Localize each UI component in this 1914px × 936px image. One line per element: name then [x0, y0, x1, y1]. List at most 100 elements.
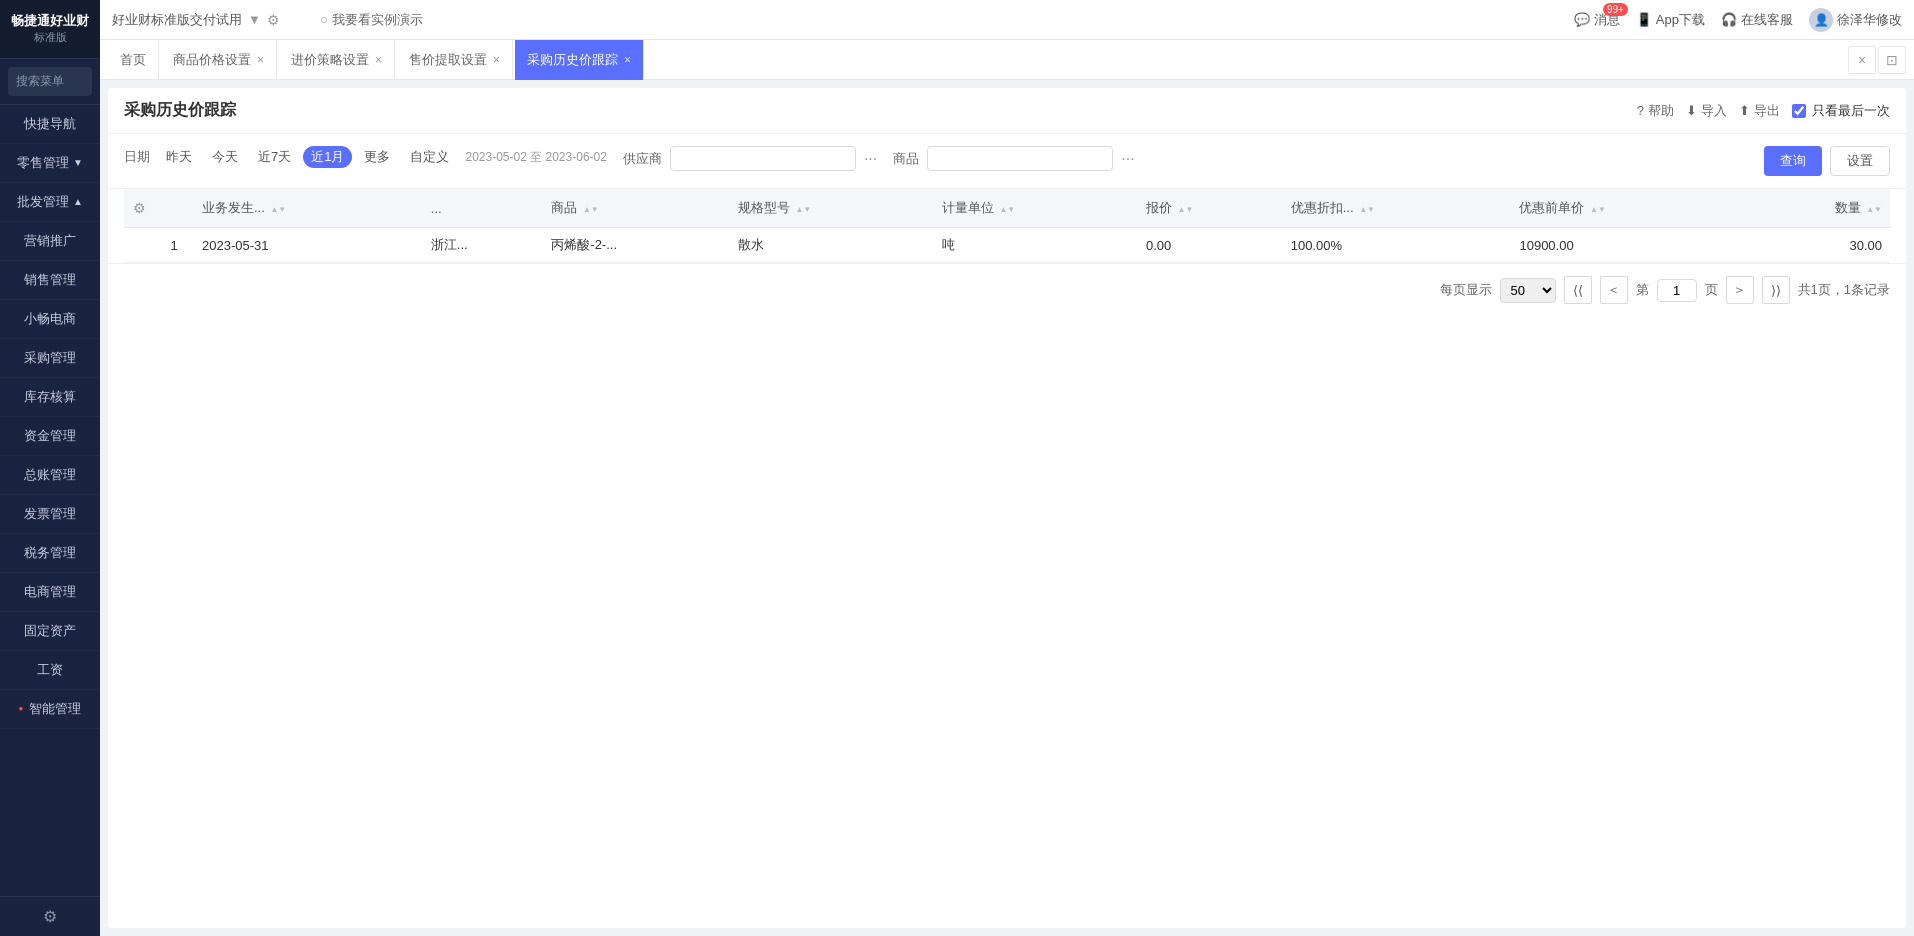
general-label: 总账管理 — [24, 466, 76, 484]
tab-sale-extract[interactable]: 售价提取设置 × — [397, 40, 513, 80]
col-header-quantity[interactable]: 数量 ▲▼ — [1745, 189, 1890, 228]
tab-purchase-strategy[interactable]: 进价策略设置 × — [279, 40, 395, 80]
retail-label: 零售管理 — [17, 154, 69, 172]
prev-page-button[interactable]: ＜ — [1600, 276, 1628, 304]
tab-maximize-button[interactable]: ⊡ — [1878, 46, 1906, 74]
col-header-more[interactable]: ... — [423, 189, 544, 228]
version-text: 好业财标准版交付试用 — [112, 11, 242, 29]
date-custom-btn[interactable]: 自定义 — [402, 146, 457, 168]
date-filter-group: 日期 昨天 今天 近7天 近1月 更多 自定义 2023-05-02 至 202… — [124, 146, 607, 168]
data-table: ⚙ 业务发生... ▲▼ ... 商品 ▲▼ 规格型号 — [124, 189, 1890, 263]
demo-button[interactable]: ○ 我要看实例演示 — [320, 11, 423, 29]
table-row: 1 2023-05-31 浙江... 丙烯酸-2-... 散水 吨 0.00 1… — [124, 228, 1890, 263]
sidebar-item-fixed-assets[interactable]: 固定资产 — [0, 612, 100, 651]
tab-price-close-icon[interactable]: × — [257, 54, 264, 66]
help-icon: ? — [1637, 103, 1644, 118]
col-header-product[interactable]: 商品 ▲▼ — [543, 189, 729, 228]
sidebar-item-quick-nav[interactable]: 快捷导航 — [0, 105, 100, 144]
tab-purchase-strategy-close-icon[interactable]: × — [375, 54, 382, 66]
help-button[interactable]: ? 帮助 — [1637, 102, 1674, 120]
row-discount-cell: 100.00% — [1283, 228, 1512, 263]
search-menu-button[interactable]: 搜索菜单 — [8, 67, 92, 96]
date-yesterday-btn[interactable]: 昨天 — [158, 146, 200, 168]
last-page-button[interactable]: ⟩⟩ — [1762, 276, 1790, 304]
user-menu-button[interactable]: 👤 徐泽华修改 — [1809, 8, 1902, 32]
col-settings-icon[interactable]: ⚙ — [133, 200, 146, 216]
sidebar-item-purchase[interactable]: 采购管理 — [0, 339, 100, 378]
online-service-button[interactable]: 🎧 在线客服 — [1721, 11, 1793, 29]
col-header-discount[interactable]: 优惠折扣... ▲▼ — [1283, 189, 1512, 228]
row-gear-cell — [124, 228, 154, 263]
sidebar-search-area[interactable]: 搜索菜单 — [0, 59, 100, 105]
settings-icon[interactable]: ⚙ — [43, 908, 57, 925]
per-page-select[interactable]: 10 20 50 100 — [1500, 278, 1556, 303]
tab-home[interactable]: 首页 — [108, 40, 159, 80]
date-last7-btn[interactable]: 近7天 — [250, 146, 299, 168]
topbar: 好业财标准版交付试用 ▼ ⚙ ○ 我要看实例演示 💬 消息 99+ 📱 App下… — [100, 0, 1914, 40]
version-dropdown-icon[interactable]: ▼ — [248, 12, 261, 27]
row-quoted-price-cell: 0.00 — [1138, 228, 1283, 263]
tab-purchase-history[interactable]: 采购历史价跟踪 × — [515, 40, 644, 80]
sidebar-item-marketing[interactable]: 营销推广 — [0, 222, 100, 261]
version-selector[interactable]: 好业财标准版交付试用 ▼ ⚙ — [112, 11, 312, 29]
tab-close-current-button[interactable]: × — [1848, 46, 1876, 74]
date-last1month-btn[interactable]: 近1月 — [303, 146, 352, 168]
retail-arrow-icon: ▼ — [73, 157, 83, 168]
sidebar-item-invoice[interactable]: 发票管理 — [0, 495, 100, 534]
product-more-icon[interactable]: ··· — [1121, 150, 1134, 168]
import-button[interactable]: ⬇ 导入 — [1686, 102, 1727, 120]
sidebar-item-ecommerce-small[interactable]: 小畅电商 — [0, 300, 100, 339]
col-header-biz-date[interactable]: 业务发生... ▲▼ — [194, 189, 423, 228]
supplier-more-icon[interactable]: ··· — [864, 150, 877, 168]
product-filter-label: 商品 — [893, 150, 919, 168]
query-button[interactable]: 查询 — [1764, 146, 1822, 176]
next-page-button[interactable]: ＞ — [1726, 276, 1754, 304]
col-header-quoted-price[interactable]: 报价 ▲▼ — [1138, 189, 1283, 228]
date-filter-label: 日期 — [124, 148, 150, 166]
only-last-checkbox[interactable] — [1792, 104, 1806, 118]
page-actions: ? 帮助 ⬇ 导入 ⬆ 导出 只看最后一次 — [1637, 102, 1890, 120]
supplier-input[interactable] — [670, 146, 856, 171]
col-header-unit[interactable]: 计量单位 ▲▼ — [934, 189, 1138, 228]
sidebar-item-wholesale[interactable]: 批发管理 ▲ — [0, 183, 100, 222]
col-header-seq — [154, 189, 194, 228]
sidebar-item-tax[interactable]: 税务管理 — [0, 534, 100, 573]
col-header-spec[interactable]: 规格型号 ▲▼ — [730, 189, 934, 228]
page-number-input[interactable] — [1657, 279, 1697, 302]
sidebar-item-sales[interactable]: 销售管理 — [0, 261, 100, 300]
product-input[interactable] — [927, 146, 1113, 171]
sidebar-item-smart[interactable]: 智能管理 — [0, 690, 100, 729]
sidebar-item-retail[interactable]: 零售管理 ▼ — [0, 144, 100, 183]
sales-label: 销售管理 — [24, 271, 76, 289]
col-header-pre-discount-price[interactable]: 优惠前单价 ▲▼ — [1511, 189, 1745, 228]
date-options: 昨天 今天 近7天 近1月 更多 自定义 2023-05-02 至 2023-0… — [158, 146, 607, 168]
marketing-label: 营销推广 — [24, 232, 76, 250]
sidebar-item-inventory[interactable]: 库存核算 — [0, 378, 100, 417]
page-header: 采购历史价跟踪 ? 帮助 ⬇ 导入 ⬆ 导出 只看最后一次 — [108, 88, 1906, 134]
messages-button[interactable]: 💬 消息 99+ — [1574, 11, 1620, 29]
tab-purchase-history-close-icon[interactable]: × — [624, 54, 631, 66]
date-more-btn[interactable]: 更多 — [356, 146, 398, 168]
app-download-button[interactable]: 📱 App下载 — [1636, 11, 1705, 29]
sidebar-item-general[interactable]: 总账管理 — [0, 456, 100, 495]
help-label: 帮助 — [1648, 102, 1674, 120]
message-icon: 💬 — [1574, 12, 1590, 27]
tab-sale-extract-close-icon[interactable]: × — [493, 54, 500, 66]
tab-sale-extract-label: 售价提取设置 — [409, 51, 487, 69]
sidebar-item-finance[interactable]: 资金管理 — [0, 417, 100, 456]
version-settings-icon[interactable]: ⚙ — [267, 12, 280, 28]
col-header-gear: ⚙ — [124, 189, 154, 228]
date-today-btn[interactable]: 今天 — [204, 146, 246, 168]
tabs-bar-right: × ⊡ — [1848, 46, 1914, 74]
row-unit-cell: 吨 — [934, 228, 1138, 263]
sidebar-item-salary[interactable]: 工资 — [0, 651, 100, 690]
first-page-button[interactable]: ⟨⟨ — [1564, 276, 1592, 304]
quantity-sort-icon: ▲▼ — [1866, 206, 1882, 214]
settings-button[interactable]: 设置 — [1830, 146, 1890, 176]
export-button[interactable]: ⬆ 导出 — [1739, 102, 1780, 120]
row-seq-cell: 1 — [154, 228, 194, 263]
finance-label: 资金管理 — [24, 427, 76, 445]
sidebar-item-ecommerce[interactable]: 电商管理 — [0, 573, 100, 612]
tab-price[interactable]: 商品价格设置 × — [161, 40, 277, 80]
tab-purchase-history-label: 采购历史价跟踪 — [527, 51, 618, 69]
